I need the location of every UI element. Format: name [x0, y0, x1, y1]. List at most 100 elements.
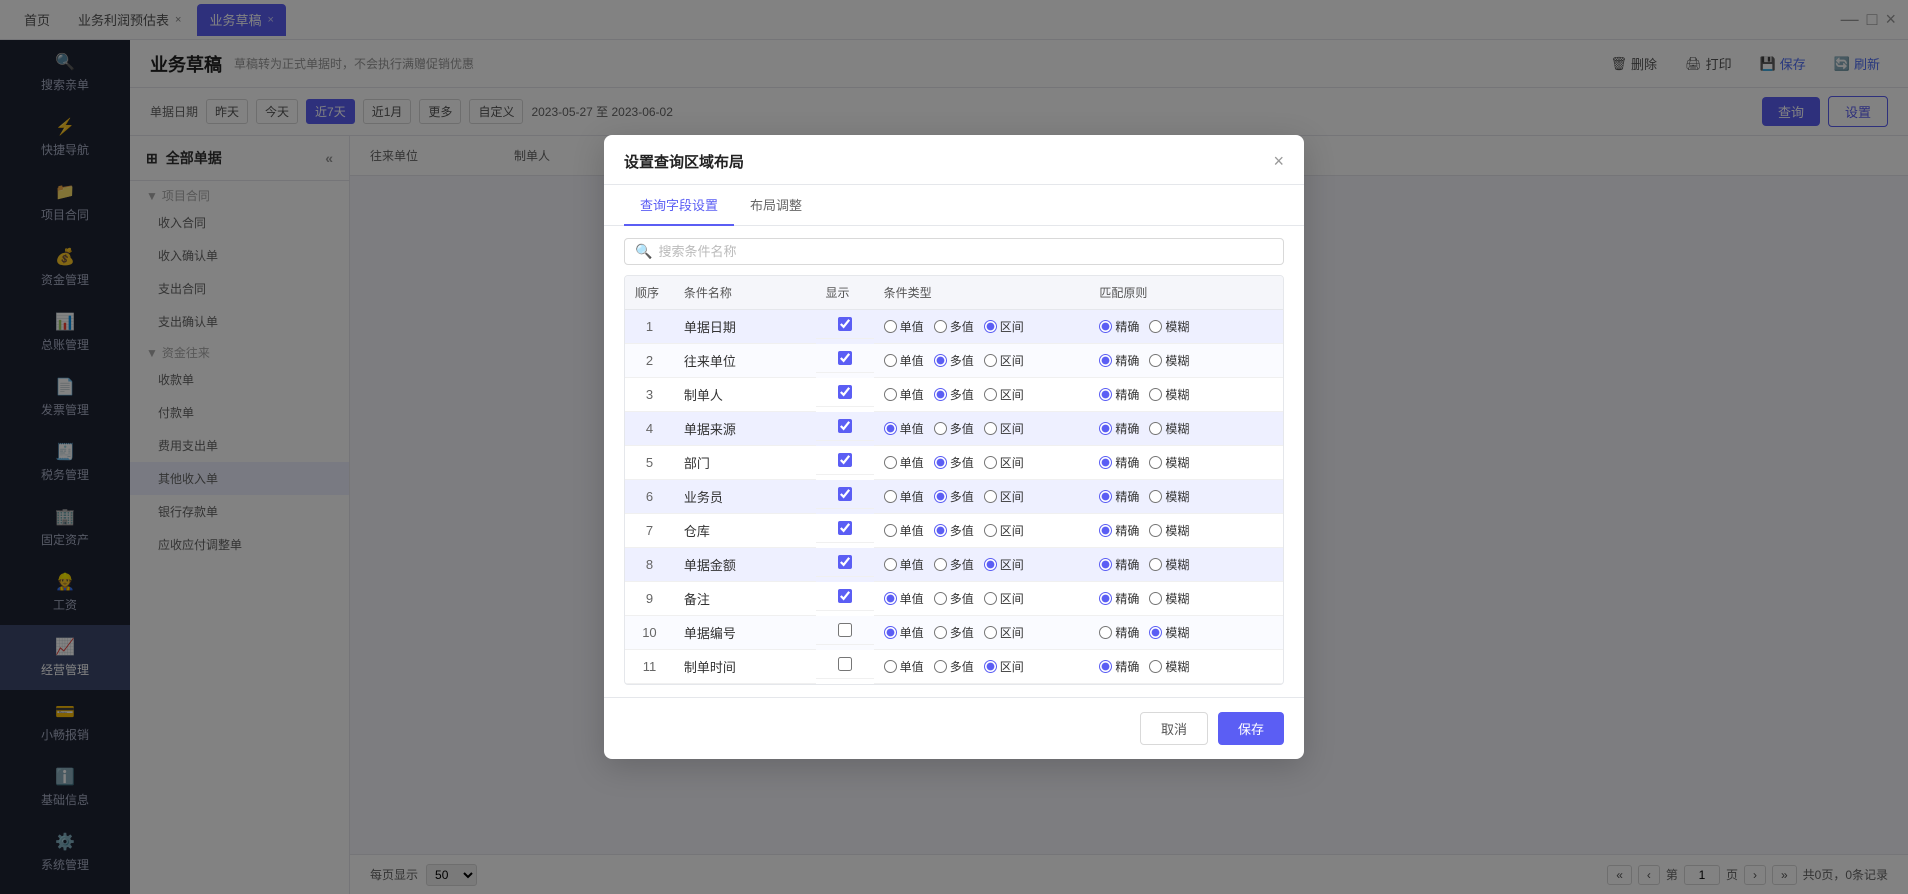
- match-radio-精确-1[interactable]: [1099, 320, 1112, 333]
- type-radio-多值-9[interactable]: [934, 592, 947, 605]
- type-option-区间-3[interactable]: 区间: [984, 386, 1024, 403]
- match-radio-精确-8[interactable]: [1099, 558, 1112, 571]
- type-radio-区间-7[interactable]: [984, 524, 997, 537]
- type-radio-多值-7[interactable]: [934, 524, 947, 537]
- match-radio-模糊-4[interactable]: [1149, 422, 1162, 435]
- match-option-模糊-6[interactable]: 模糊: [1149, 488, 1189, 505]
- type-option-单值-2[interactable]: 单值: [884, 352, 924, 369]
- modal-close-icon[interactable]: ×: [1273, 151, 1284, 184]
- match-option-模糊-2[interactable]: 模糊: [1149, 352, 1189, 369]
- match-radio-模糊-10[interactable]: [1149, 626, 1162, 639]
- type-option-多值-7[interactable]: 多值: [934, 522, 974, 539]
- type-option-区间-8[interactable]: 区间: [984, 556, 1024, 573]
- type-option-单值-4[interactable]: 单值: [884, 420, 924, 437]
- type-option-单值-3[interactable]: 单值: [884, 386, 924, 403]
- match-option-精确-9[interactable]: 精确: [1099, 590, 1139, 607]
- type-option-多值-10[interactable]: 多值: [934, 624, 974, 641]
- match-option-精确-5[interactable]: 精确: [1099, 454, 1139, 471]
- match-option-模糊-9[interactable]: 模糊: [1149, 590, 1189, 607]
- show-checkbox-9[interactable]: [838, 589, 852, 603]
- save-button[interactable]: 保存: [1218, 712, 1284, 745]
- show-checkbox-5[interactable]: [838, 453, 852, 467]
- type-radio-单值-6[interactable]: [884, 490, 897, 503]
- type-option-多值-4[interactable]: 多值: [934, 420, 974, 437]
- match-radio-精确-7[interactable]: [1099, 524, 1112, 537]
- type-radio-单值-9[interactable]: [884, 592, 897, 605]
- show-checkbox-2[interactable]: [838, 351, 852, 365]
- match-radio-模糊-7[interactable]: [1149, 524, 1162, 537]
- type-radio-区间-8[interactable]: [984, 558, 997, 571]
- type-radio-区间-6[interactable]: [984, 490, 997, 503]
- type-option-多值-2[interactable]: 多值: [934, 352, 974, 369]
- type-option-单值-9[interactable]: 单值: [884, 590, 924, 607]
- match-radio-精确-9[interactable]: [1099, 592, 1112, 605]
- type-radio-多值-6[interactable]: [934, 490, 947, 503]
- match-radio-精确-10[interactable]: [1099, 626, 1112, 639]
- show-checkbox-8[interactable]: [838, 555, 852, 569]
- type-radio-单值-2[interactable]: [884, 354, 897, 367]
- type-radio-区间-1[interactable]: [984, 320, 997, 333]
- match-option-精确-11[interactable]: 精确: [1099, 658, 1139, 675]
- type-option-区间-9[interactable]: 区间: [984, 590, 1024, 607]
- type-radio-单值-1[interactable]: [884, 320, 897, 333]
- match-option-模糊-3[interactable]: 模糊: [1149, 386, 1189, 403]
- match-radio-精确-4[interactable]: [1099, 422, 1112, 435]
- type-radio-单值-3[interactable]: [884, 388, 897, 401]
- type-radio-单值-5[interactable]: [884, 456, 897, 469]
- type-radio-区间-4[interactable]: [984, 422, 997, 435]
- match-option-模糊-11[interactable]: 模糊: [1149, 658, 1189, 675]
- type-option-区间-10[interactable]: 区间: [984, 624, 1024, 641]
- match-option-精确-10[interactable]: 精确: [1099, 624, 1139, 641]
- type-option-多值-5[interactable]: 多值: [934, 454, 974, 471]
- type-option-多值-1[interactable]: 多值: [934, 318, 974, 335]
- match-radio-精确-11[interactable]: [1099, 660, 1112, 673]
- match-radio-精确-3[interactable]: [1099, 388, 1112, 401]
- show-checkbox-3[interactable]: [838, 385, 852, 399]
- match-radio-模糊-2[interactable]: [1149, 354, 1162, 367]
- modal-overlay[interactable]: 设置查询区域布局 × 查询字段设置 布局调整 🔍 顺序 条件名称 显示: [0, 0, 1908, 894]
- type-radio-多值-2[interactable]: [934, 354, 947, 367]
- type-radio-单值-8[interactable]: [884, 558, 897, 571]
- type-radio-区间-3[interactable]: [984, 388, 997, 401]
- type-radio-单值-11[interactable]: [884, 660, 897, 673]
- type-option-单值-1[interactable]: 单值: [884, 318, 924, 335]
- type-option-区间-4[interactable]: 区间: [984, 420, 1024, 437]
- type-radio-区间-9[interactable]: [984, 592, 997, 605]
- match-option-精确-1[interactable]: 精确: [1099, 318, 1139, 335]
- type-radio-多值-1[interactable]: [934, 320, 947, 333]
- match-option-模糊-7[interactable]: 模糊: [1149, 522, 1189, 539]
- type-radio-区间-5[interactable]: [984, 456, 997, 469]
- show-checkbox-6[interactable]: [838, 487, 852, 501]
- type-option-区间-5[interactable]: 区间: [984, 454, 1024, 471]
- type-option-区间-2[interactable]: 区间: [984, 352, 1024, 369]
- type-option-多值-6[interactable]: 多值: [934, 488, 974, 505]
- condition-search-input[interactable]: [658, 244, 1273, 259]
- type-option-单值-5[interactable]: 单值: [884, 454, 924, 471]
- type-radio-区间-11[interactable]: [984, 660, 997, 673]
- type-radio-多值-3[interactable]: [934, 388, 947, 401]
- type-option-单值-6[interactable]: 单值: [884, 488, 924, 505]
- type-option-区间-7[interactable]: 区间: [984, 522, 1024, 539]
- match-radio-模糊-5[interactable]: [1149, 456, 1162, 469]
- type-option-区间-6[interactable]: 区间: [984, 488, 1024, 505]
- match-option-模糊-10[interactable]: 模糊: [1149, 624, 1189, 641]
- type-radio-多值-11[interactable]: [934, 660, 947, 673]
- match-option-精确-6[interactable]: 精确: [1099, 488, 1139, 505]
- match-option-精确-4[interactable]: 精确: [1099, 420, 1139, 437]
- type-radio-单值-7[interactable]: [884, 524, 897, 537]
- tab-query-fields[interactable]: 查询字段设置: [624, 185, 734, 226]
- type-option-区间-1[interactable]: 区间: [984, 318, 1024, 335]
- match-radio-模糊-8[interactable]: [1149, 558, 1162, 571]
- type-radio-多值-4[interactable]: [934, 422, 947, 435]
- match-option-精确-3[interactable]: 精确: [1099, 386, 1139, 403]
- match-option-精确-2[interactable]: 精确: [1099, 352, 1139, 369]
- show-checkbox-10[interactable]: [838, 623, 852, 637]
- match-option-模糊-8[interactable]: 模糊: [1149, 556, 1189, 573]
- type-radio-区间-2[interactable]: [984, 354, 997, 367]
- type-radio-多值-10[interactable]: [934, 626, 947, 639]
- match-radio-模糊-9[interactable]: [1149, 592, 1162, 605]
- type-option-单值-8[interactable]: 单值: [884, 556, 924, 573]
- match-option-模糊-4[interactable]: 模糊: [1149, 420, 1189, 437]
- match-radio-模糊-1[interactable]: [1149, 320, 1162, 333]
- match-radio-模糊-11[interactable]: [1149, 660, 1162, 673]
